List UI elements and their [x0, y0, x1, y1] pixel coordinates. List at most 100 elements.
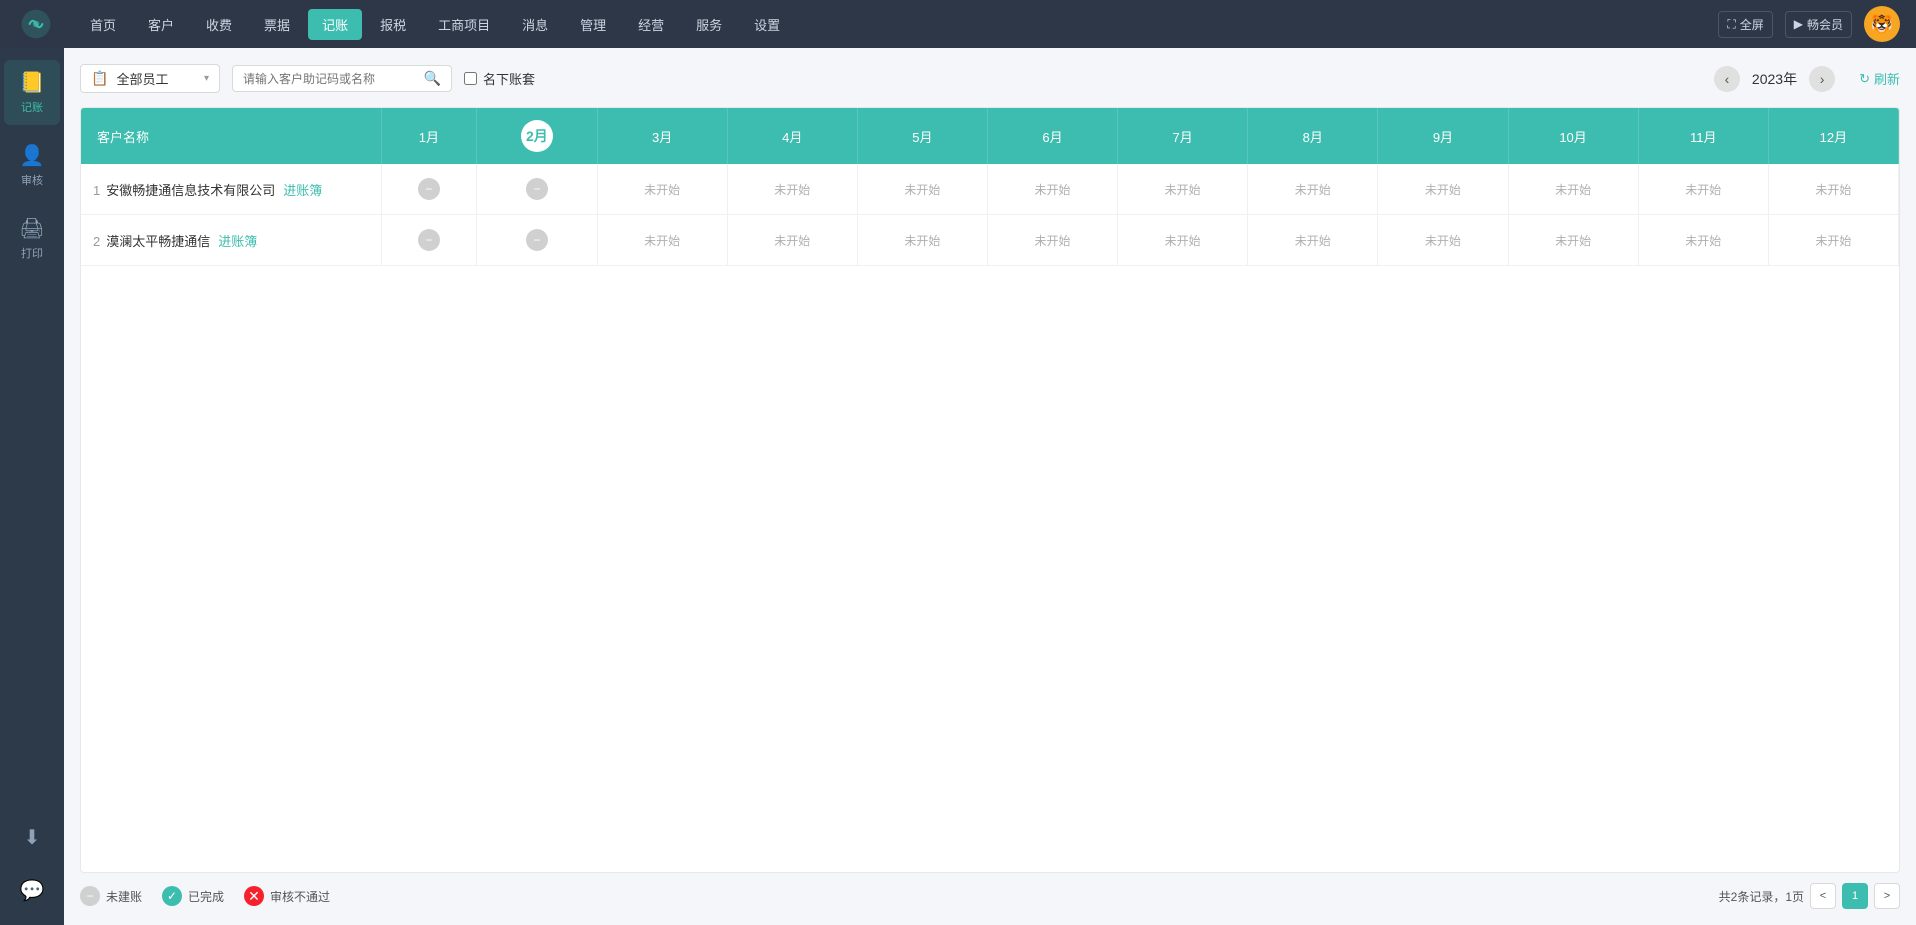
month-cell-0-9[interactable]: 未开始 — [1508, 164, 1638, 215]
month-cell-1-1[interactable]: − — [477, 215, 597, 266]
col-jun: 6月 — [987, 108, 1117, 164]
month-cell-1-3[interactable]: 未开始 — [727, 215, 857, 266]
prev-year-button[interactable]: ‹ — [1714, 66, 1740, 92]
enter-link[interactable]: 进账簿 — [283, 183, 322, 198]
table-row: 1安徽畅捷通信息技术有限公司进账簿−−未开始未开始未开始未开始未开始未开始未开始… — [81, 164, 1899, 215]
month-cell-0-5[interactable]: 未开始 — [987, 164, 1117, 215]
month-cell-0-0[interactable]: − — [381, 164, 477, 215]
completed-label: 已完成 — [188, 888, 224, 905]
nav-item-票据[interactable]: 票据 — [250, 9, 304, 40]
top-navigation: 首页客户收费票据记账报税工商项目消息管理经营服务设置 ⛶ 全屏 ▶ 畅会员 🐯 — [0, 0, 1916, 48]
fullscreen-button[interactable]: ⛶ 全屏 — [1718, 11, 1772, 38]
sidebar: 📒 记账 👤 审核 🖨 打印 ⬇ 💬 — [0, 48, 64, 925]
month-cell-0-1[interactable]: − — [477, 164, 597, 215]
month-cell-1-9[interactable]: 未开始 — [1508, 215, 1638, 266]
month-cell-1-4[interactable]: 未开始 — [857, 215, 987, 266]
nav-item-管理[interactable]: 管理 — [566, 9, 620, 40]
status-not-started: 未开始 — [1425, 183, 1461, 197]
month-cell-1-0[interactable]: − — [381, 215, 477, 266]
col-jul: 7月 — [1118, 108, 1248, 164]
client-name: 安徽畅捷通信息技术有限公司 — [106, 183, 275, 198]
nav-menu: 首页客户收费票据记账报税工商项目消息管理经营服务设置 — [76, 9, 1718, 40]
year-navigation: ‹ 2023年 › — [1714, 66, 1835, 92]
col-may: 5月 — [857, 108, 987, 164]
month-cell-1-8[interactable]: 未开始 — [1378, 215, 1508, 266]
month-cell-0-11[interactable]: 未开始 — [1768, 164, 1898, 215]
col-aug: 8月 — [1248, 108, 1378, 164]
sidebar-label-audit: 审核 — [21, 172, 43, 188]
page-1-button[interactable]: 1 — [1842, 883, 1868, 909]
status-not-started: 未开始 — [1815, 234, 1851, 248]
employee-select[interactable]: 📋 全部员工 ▾ — [80, 64, 220, 93]
table-row: 2漠澜太平畅捷通信进账簿−−未开始未开始未开始未开始未开始未开始未开始未开始未开… — [81, 215, 1899, 266]
nav-item-工商项目[interactable]: 工商项目 — [424, 9, 504, 40]
not-created-label: 未建账 — [106, 888, 142, 905]
employee-label: 全部员工 — [116, 69, 196, 88]
status-dash-icon: − — [526, 178, 548, 200]
month-cell-1-2[interactable]: 未开始 — [597, 215, 727, 266]
sidebar-item-print[interactable]: 🖨 打印 — [4, 206, 60, 271]
next-page-button[interactable]: > — [1874, 883, 1900, 909]
nav-item-收费[interactable]: 收费 — [192, 9, 246, 40]
nav-item-首页[interactable]: 首页 — [76, 9, 130, 40]
status-not-started: 未开始 — [644, 183, 680, 197]
month-cell-1-11[interactable]: 未开始 — [1768, 215, 1898, 266]
status-not-started: 未开始 — [644, 234, 680, 248]
prev-page-button[interactable]: < — [1810, 883, 1836, 909]
rejected-label: 审核不通过 — [270, 888, 330, 905]
nav-item-消息[interactable]: 消息 — [508, 9, 562, 40]
legend-completed: ✓ 已完成 — [162, 886, 224, 906]
main-layout: 📒 记账 👤 审核 🖨 打印 ⬇ 💬 📋 全部员工 ▾ — [0, 48, 1916, 925]
next-year-button[interactable]: › — [1809, 66, 1835, 92]
fullscreen-label: 全屏 — [1740, 16, 1764, 33]
nav-item-经营[interactable]: 经营 — [624, 9, 678, 40]
col-oct: 10月 — [1508, 108, 1638, 164]
sidebar-bottom: ⬇ 💬 — [4, 815, 60, 913]
sidebar-item-audit[interactable]: 👤 审核 — [4, 133, 60, 198]
play-icon: ▶ — [1794, 17, 1803, 31]
status-not-started: 未开始 — [1165, 234, 1201, 248]
nav-item-报税[interactable]: 报税 — [366, 9, 420, 40]
accounting-icon: 📒 — [20, 70, 45, 95]
month-cell-0-4[interactable]: 未开始 — [857, 164, 987, 215]
vip-button[interactable]: ▶ 畅会员 — [1785, 11, 1852, 38]
month-cell-0-10[interactable]: 未开始 — [1638, 164, 1768, 215]
month-cell-1-5[interactable]: 未开始 — [987, 215, 1117, 266]
status-dash-icon: − — [418, 178, 440, 200]
search-wrap: 🔍 — [232, 65, 452, 92]
search-icon[interactable]: 🔍 — [424, 70, 441, 87]
legend-not-created: − 未建账 — [80, 886, 142, 906]
month-cell-1-6[interactable]: 未开始 — [1118, 215, 1248, 266]
enter-link[interactable]: 进账簿 — [218, 234, 257, 249]
sidebar-item-accounting[interactable]: 📒 记账 — [4, 60, 60, 125]
avatar[interactable]: 🐯 — [1864, 6, 1900, 42]
current-month-badge: 2月 — [521, 120, 553, 152]
search-input[interactable] — [243, 72, 418, 86]
month-cell-0-2[interactable]: 未开始 — [597, 164, 727, 215]
client-name: 漠澜太平畅捷通信 — [106, 234, 210, 249]
month-cell-0-3[interactable]: 未开始 — [727, 164, 857, 215]
month-cell-1-7[interactable]: 未开始 — [1248, 215, 1378, 266]
table-header: 客户名称 1月 2月 3月 4月 5月 6月 7月 8月 9月 10月 11月 — [81, 108, 1899, 164]
month-cell-0-7[interactable]: 未开始 — [1248, 164, 1378, 215]
logo[interactable] — [16, 4, 56, 44]
legend-rejected: ✕ 审核不通过 — [244, 886, 330, 906]
my-accounts-checkbox[interactable] — [464, 72, 477, 85]
sidebar-label-accounting: 记账 — [21, 99, 43, 115]
client-cell-0: 1安徽畅捷通信息技术有限公司进账簿 — [81, 164, 381, 215]
nav-item-记账[interactable]: 记账 — [308, 9, 362, 40]
nav-item-设置[interactable]: 设置 — [740, 9, 794, 40]
refresh-button[interactable]: ↻ 刷新 — [1859, 69, 1900, 88]
sidebar-item-download[interactable]: ⬇ — [4, 815, 60, 860]
status-not-started: 未开始 — [1035, 234, 1071, 248]
my-accounts-checkbox-label[interactable]: 名下账套 — [464, 69, 535, 88]
month-cell-1-10[interactable]: 未开始 — [1638, 215, 1768, 266]
sidebar-item-chat[interactable]: 💬 — [4, 868, 60, 913]
nav-item-客户[interactable]: 客户 — [134, 9, 188, 40]
status-not-started: 未开始 — [1165, 183, 1201, 197]
nav-item-服务[interactable]: 服务 — [682, 9, 736, 40]
status-not-started: 未开始 — [1555, 234, 1591, 248]
month-cell-0-8[interactable]: 未开始 — [1378, 164, 1508, 215]
refresh-label: 刷新 — [1874, 69, 1900, 88]
month-cell-0-6[interactable]: 未开始 — [1118, 164, 1248, 215]
